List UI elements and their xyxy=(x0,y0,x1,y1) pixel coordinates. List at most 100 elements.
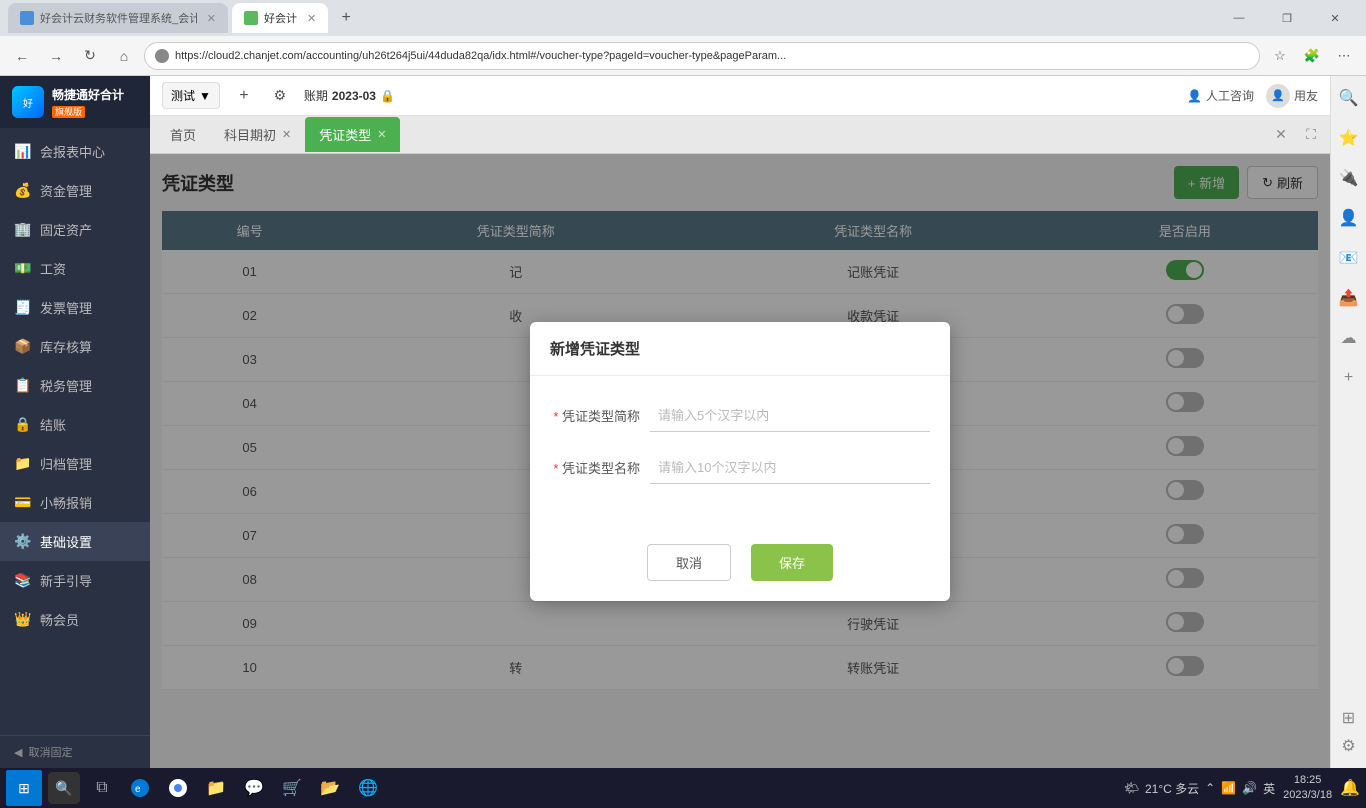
taskbar-files[interactable]: 📁 xyxy=(200,772,232,804)
back-button[interactable]: ← xyxy=(8,42,36,70)
tab-voucher-type-close[interactable]: ✕ xyxy=(377,128,386,141)
consult-icon: 👤 xyxy=(1187,89,1202,103)
tab-voucher-type[interactable]: 凭证类型 ✕ xyxy=(305,117,400,152)
lock-icon xyxy=(155,49,169,63)
restore-button[interactable]: ❐ xyxy=(1264,0,1310,36)
tab-home[interactable]: 首页 xyxy=(156,117,210,152)
url-input[interactable]: https://cloud2.chanjet.com/accounting/uh… xyxy=(144,42,1260,70)
tab-subject-label: 科目期初 xyxy=(224,125,276,144)
taskbar-edge[interactable]: e xyxy=(124,772,156,804)
sidebar-item-assets[interactable]: 🏢 固定资产 xyxy=(0,210,150,249)
sidebar-item-invoices-label: 发票管理 xyxy=(40,298,92,317)
content-minimize[interactable]: ✕ xyxy=(1268,122,1294,148)
tab-subject[interactable]: 科目期初 ✕ xyxy=(210,117,305,152)
taskbar-store[interactable]: 🛒 xyxy=(276,772,308,804)
wages-icon: 💵 xyxy=(14,260,32,278)
save-button[interactable]: 保存 xyxy=(751,544,833,581)
browser-chrome: 好会计云财务软件管理系统_会计 ✕ 好会计 ✕ + — ❐ ✕ ← → ↻ ⌂ … xyxy=(0,0,1366,76)
content-win-controls: ✕ ⛶ xyxy=(1268,122,1324,148)
modal-body: 凭证类型简称 凭证类型名称 xyxy=(530,376,950,528)
consult-button[interactable]: 👤 人工咨询 xyxy=(1187,87,1254,104)
taskbar-arrow-up: ⌃ xyxy=(1205,781,1215,795)
right-tool-layout[interactable]: ⊞ xyxy=(1335,704,1363,732)
sidebar-item-funds[interactable]: 💰 资金管理 xyxy=(0,171,150,210)
sidebar-item-settings[interactable]: ⚙️ 基础设置 xyxy=(0,522,150,561)
right-tool-bottom: ⊞ ⚙ xyxy=(1335,704,1363,760)
right-tool-gear[interactable]: ⚙ xyxy=(1335,732,1363,760)
name-label: 凭证类型名称 xyxy=(550,458,640,477)
taskbar-app2[interactable]: 📂 xyxy=(314,772,346,804)
sidebar-item-wages[interactable]: 💵 工资 xyxy=(0,249,150,288)
workspace-dropdown-icon: ▼ xyxy=(199,89,211,103)
taskbar-search[interactable]: 🔍 xyxy=(48,772,80,804)
cancel-button[interactable]: 取消 xyxy=(647,544,731,581)
sidebar-item-expense[interactable]: 💳 小畅报销 xyxy=(0,483,150,522)
taskbar-browser2[interactable]: 🌐 xyxy=(352,772,384,804)
tab2-close[interactable]: ✕ xyxy=(307,12,316,25)
taskbar-wechat[interactable]: 💬 xyxy=(238,772,270,804)
sidebar-item-reports-label: 会报表中心 xyxy=(40,142,105,161)
sidebar-item-close-label: 结账 xyxy=(40,415,66,434)
taskbar-date-value: 2023/3/18 xyxy=(1283,788,1332,803)
favorites-icon[interactable]: ☆ xyxy=(1266,42,1294,70)
right-tool-cloud[interactable]: ☁ xyxy=(1335,324,1363,352)
sidebar-item-archive-label: 归档管理 xyxy=(40,454,92,473)
archive-icon: 📁 xyxy=(14,455,32,473)
taskbar-multitask[interactable]: ⧉ xyxy=(86,772,118,804)
inventory-icon: 📦 xyxy=(14,338,32,356)
sidebar-item-invoices[interactable]: 🧾 发票管理 xyxy=(0,288,150,327)
right-tool-search[interactable]: 🔍 xyxy=(1335,84,1363,112)
close-button[interactable]: ✕ xyxy=(1312,0,1358,36)
browser-tab-2[interactable]: 好会计 ✕ xyxy=(232,3,328,33)
new-tab-button[interactable]: + xyxy=(332,4,360,32)
sidebar-item-wages-label: 工资 xyxy=(40,259,66,278)
name-input[interactable] xyxy=(650,452,930,484)
period-label: 账期 xyxy=(304,87,328,104)
sidebar-item-tax[interactable]: 📋 税务管理 xyxy=(0,366,150,405)
sidebar-item-reports[interactable]: 📊 会报表中心 xyxy=(0,132,150,171)
sidebar-item-archive[interactable]: 📁 归档管理 xyxy=(0,444,150,483)
sidebar-item-member-label: 畅会员 xyxy=(40,610,79,629)
right-tool-person[interactable]: 👤 xyxy=(1335,204,1363,232)
tab-subject-close[interactable]: ✕ xyxy=(282,128,291,141)
address-bar: ← → ↻ ⌂ https://cloud2.chanjet.com/accou… xyxy=(0,36,1366,76)
content-maximize[interactable]: ⛶ xyxy=(1298,122,1324,148)
minimize-button[interactable]: — xyxy=(1216,0,1262,36)
user-info[interactable]: 👤 用友 xyxy=(1266,84,1318,108)
workspace-selector[interactable]: 测试 ▼ xyxy=(162,82,220,109)
browser-tools: ☆ 🧩 ⋯ xyxy=(1266,42,1358,70)
browser-menu[interactable]: ⋯ xyxy=(1330,42,1358,70)
browser-tab-1[interactable]: 好会计云财务软件管理系统_会计 ✕ xyxy=(8,3,228,33)
taskbar-chrome[interactable] xyxy=(162,772,194,804)
topbar-settings-button[interactable]: ⚙ xyxy=(266,82,294,110)
sidebar-item-inventory[interactable]: 📦 库存核算 xyxy=(0,327,150,366)
tab2-label: 好会计 xyxy=(264,10,297,26)
sidebar-item-expense-label: 小畅报销 xyxy=(40,493,92,512)
topbar-right: 👤 人工咨询 👤 用友 xyxy=(1187,84,1318,108)
sidebar-item-funds-label: 资金管理 xyxy=(40,181,92,200)
right-tool-plug[interactable]: 🔌 xyxy=(1335,164,1363,192)
sidebar-item-close[interactable]: 🔒 结账 xyxy=(0,405,150,444)
main-area: 测试 ▼ + ⚙ 账期 2023-03 🔒 👤 人工咨询 👤 用友 xyxy=(150,76,1330,768)
right-tool-add[interactable]: + xyxy=(1335,364,1363,392)
right-tool-share[interactable]: 📤 xyxy=(1335,284,1363,312)
notification-icon[interactable]: 🔔 xyxy=(1340,778,1360,798)
sidebar-item-guide[interactable]: 📚 新手引导 xyxy=(0,561,150,600)
start-button[interactable]: ⊞ xyxy=(6,770,42,806)
add-voucher-modal: 新增凭证类型 凭证类型简称 凭证类型名称 xyxy=(530,322,950,601)
abbr-input[interactable] xyxy=(650,400,930,432)
reload-button[interactable]: ↻ xyxy=(76,42,104,70)
close-icon: 🔒 xyxy=(14,416,32,434)
tab-bar: 好会计云财务软件管理系统_会计 ✕ 好会计 ✕ + — ❐ ✕ xyxy=(0,0,1366,36)
top-bar: 测试 ▼ + ⚙ 账期 2023-03 🔒 👤 人工咨询 👤 用友 xyxy=(150,76,1330,116)
modal-title: 新增凭证类型 xyxy=(530,322,950,376)
sidebar-item-member[interactable]: 👑 畅会员 xyxy=(0,600,150,639)
tab1-close[interactable]: ✕ xyxy=(207,12,216,25)
browser-extensions[interactable]: 🧩 xyxy=(1298,42,1326,70)
right-tool-star[interactable]: ⭐ xyxy=(1335,124,1363,152)
forward-button[interactable]: → xyxy=(42,42,70,70)
topbar-add-button[interactable]: + xyxy=(230,82,258,110)
sidebar-footer[interactable]: ◀ 取消固定 xyxy=(0,735,150,768)
home-button[interactable]: ⌂ xyxy=(110,42,138,70)
right-tool-outlook[interactable]: 📧 xyxy=(1335,244,1363,272)
